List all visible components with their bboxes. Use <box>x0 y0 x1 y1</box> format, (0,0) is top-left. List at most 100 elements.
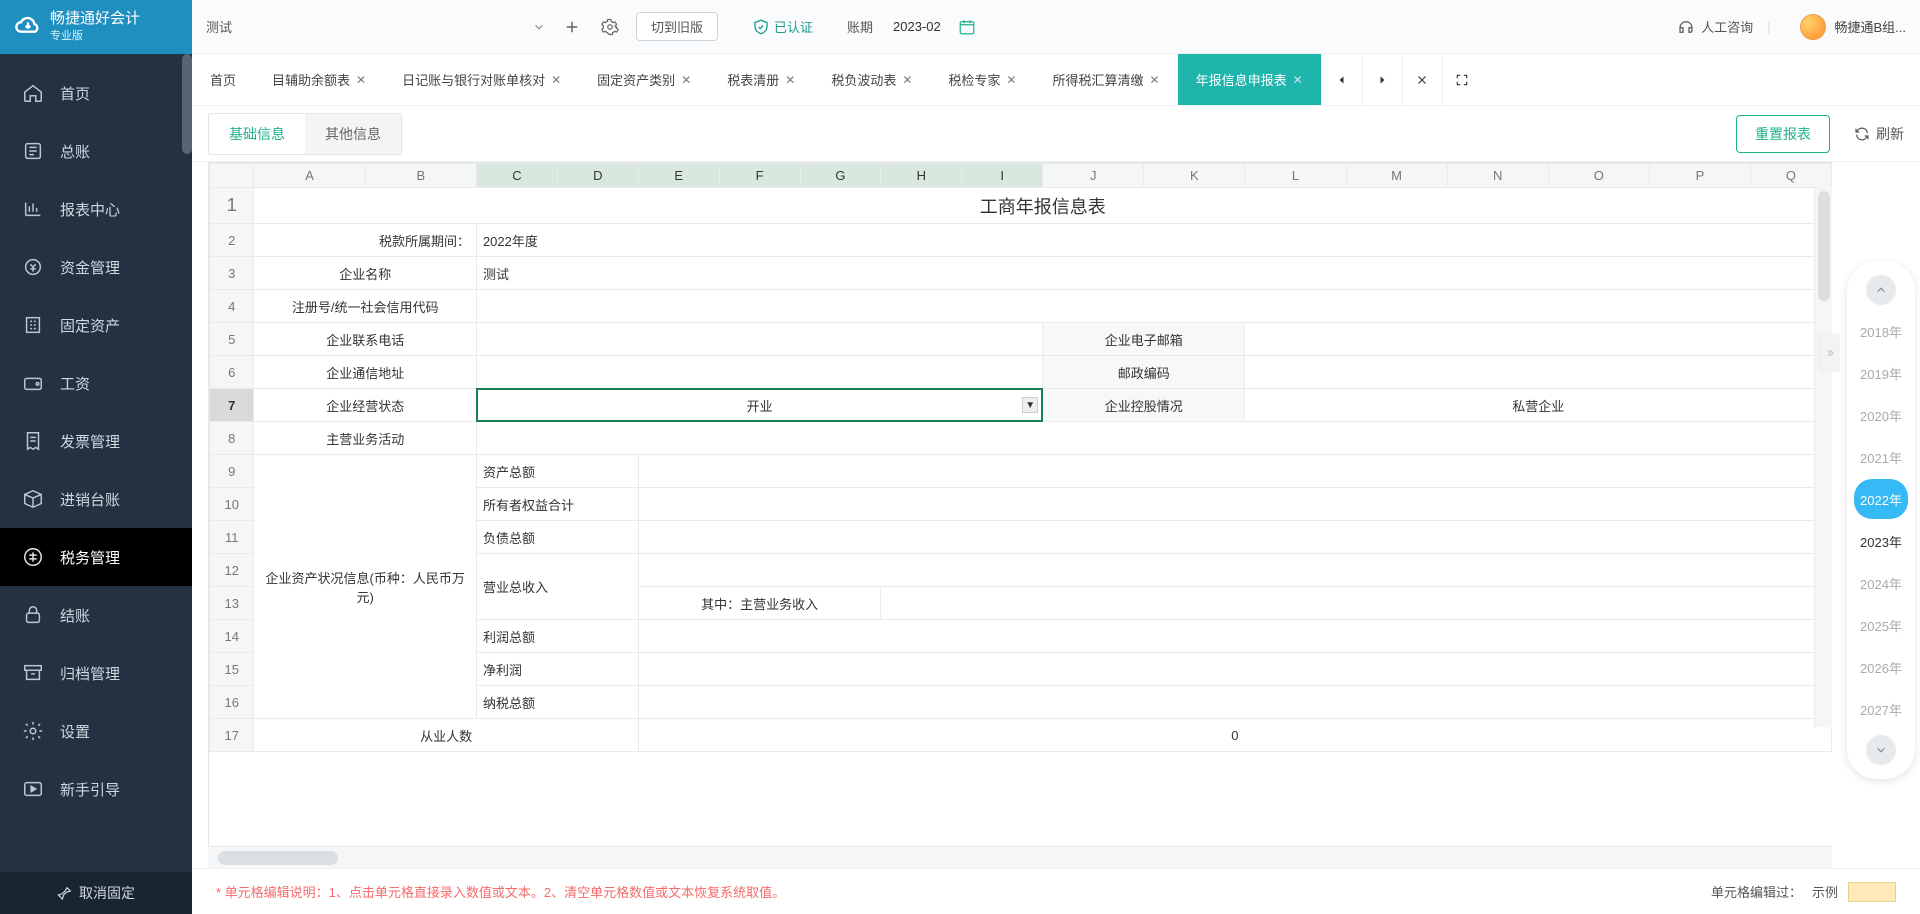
nav-home[interactable]: 首页 <box>0 64 192 122</box>
cell-value[interactable] <box>638 620 1831 653</box>
row-header[interactable]: 12 <box>210 554 254 587</box>
row-header[interactable]: 16 <box>210 686 254 719</box>
cell-value[interactable] <box>638 554 1831 587</box>
year-item[interactable]: 2026年 <box>1854 647 1908 687</box>
col-header[interactable]: G <box>800 164 881 188</box>
nav-funds[interactable]: 资金管理 <box>0 238 192 296</box>
tab-tax-book[interactable]: 税表清册✕ <box>709 54 813 105</box>
row-header[interactable]: 11 <box>210 521 254 554</box>
tab-fa-category[interactable]: 固定资产类别✕ <box>579 54 709 105</box>
business-status-dropdown[interactable]: 开业▼ <box>476 389 1042 422</box>
dropdown-arrow-icon[interactable]: ▼ <box>1022 397 1038 413</box>
nav-salary[interactable]: 工资 <box>0 354 192 412</box>
cell-value[interactable] <box>638 521 1831 554</box>
nav-fixed-assets[interactable]: 固定资产 <box>0 296 192 354</box>
cell-value[interactable] <box>1245 356 1832 389</box>
cell-value[interactable] <box>638 686 1831 719</box>
year-item[interactable]: 2021年 <box>1854 437 1908 477</box>
close-icon[interactable]: ✕ <box>1150 73 1160 87</box>
row-header[interactable]: 13 <box>210 587 254 620</box>
close-icon[interactable]: ✕ <box>681 73 691 87</box>
col-header[interactable]: K <box>1144 164 1245 188</box>
year-item[interactable]: 2025年 <box>1854 605 1908 645</box>
col-header[interactable]: Q <box>1750 164 1831 188</box>
tab-tax-fluct[interactable]: 税负波动表✕ <box>813 54 930 105</box>
cell-value[interactable] <box>476 323 1042 356</box>
tab-tax-expert[interactable]: 税检专家✕ <box>930 54 1034 105</box>
close-icon[interactable]: ✕ <box>551 73 561 87</box>
col-header[interactable]: N <box>1447 164 1548 188</box>
row-header[interactable]: 8 <box>210 422 254 455</box>
cell-value[interactable] <box>638 488 1831 521</box>
cell-value[interactable] <box>638 653 1831 686</box>
settings-button[interactable] <box>598 15 622 39</box>
year-item[interactable]: 2023年 <box>1854 521 1908 561</box>
row-header[interactable]: 15 <box>210 653 254 686</box>
user-menu[interactable]: 畅捷通B组... <box>1800 14 1906 40</box>
col-header[interactable]: L <box>1245 164 1346 188</box>
year-down-button[interactable] <box>1866 735 1896 765</box>
mini-tab-other[interactable]: 其他信息 <box>305 114 401 154</box>
scrollbar-thumb[interactable] <box>218 851 338 865</box>
tabs-fullscreen-button[interactable] <box>1442 54 1482 105</box>
calendar-button[interactable] <box>955 15 979 39</box>
nav-guide[interactable]: 新手引导 <box>0 760 192 818</box>
col-header[interactable]: H <box>881 164 962 188</box>
tabs-prev-button[interactable] <box>1322 54 1362 105</box>
row-header[interactable]: 9 <box>210 455 254 488</box>
vertical-scrollbar[interactable] <box>1814 187 1832 727</box>
add-button[interactable] <box>560 15 584 39</box>
year-item[interactable]: 2018年 <box>1854 311 1908 351</box>
select-all-cell[interactable] <box>210 164 254 188</box>
row-header[interactable]: 4 <box>210 290 254 323</box>
close-icon[interactable]: ✕ <box>1293 73 1303 87</box>
unpin-button[interactable]: 取消固定 <box>0 872 192 914</box>
cell-value[interactable]: 私营企业 <box>1245 389 1832 422</box>
cell-value[interactable] <box>476 356 1042 389</box>
close-icon[interactable]: ✕ <box>356 73 366 87</box>
cell-value[interactable] <box>476 290 1831 323</box>
tab-aux-balance[interactable]: 目辅助余额表✕ <box>254 54 384 105</box>
nav-closing[interactable]: 结账 <box>0 586 192 644</box>
close-icon[interactable]: ✕ <box>785 73 795 87</box>
year-item[interactable]: 2027年 <box>1854 689 1908 729</box>
nav-invoice[interactable]: 发票管理 <box>0 412 192 470</box>
consult-button[interactable]: 人工咨询 <box>1677 17 1753 36</box>
nav-settings[interactable]: 设置 <box>0 702 192 760</box>
col-header[interactable]: E <box>638 164 719 188</box>
tabs-close-all-button[interactable] <box>1402 54 1442 105</box>
rail-collapse-button[interactable] <box>1820 334 1840 372</box>
nav-inventory[interactable]: 进销台账 <box>0 470 192 528</box>
nav-archive[interactable]: 归档管理 <box>0 644 192 702</box>
old-version-button[interactable]: 切到旧版 <box>636 12 718 41</box>
tab-journal-bank[interactable]: 日记账与银行对账单核对✕ <box>384 54 579 105</box>
spreadsheet[interactable]: A B C D E F G H I J K L <box>208 162 1832 846</box>
col-header[interactable]: D <box>557 164 638 188</box>
cell-value[interactable] <box>476 422 1831 455</box>
year-up-button[interactable] <box>1866 275 1896 305</box>
cell-value[interactable] <box>881 587 1832 620</box>
row-header[interactable]: 1 <box>210 188 254 224</box>
tabs-next-button[interactable] <box>1362 54 1402 105</box>
mini-tab-basic[interactable]: 基础信息 <box>209 114 305 154</box>
year-item-active[interactable]: 2022年 <box>1854 479 1908 519</box>
nav-reports[interactable]: 报表中心 <box>0 180 192 238</box>
close-icon[interactable]: ✕ <box>902 73 912 87</box>
tab-annual-report[interactable]: 年报信息申报表✕ <box>1178 54 1321 105</box>
row-header[interactable]: 7 <box>210 389 254 422</box>
row-header[interactable]: 3 <box>210 257 254 290</box>
account-selector[interactable]: 测试 <box>206 13 546 40</box>
tab-home[interactable]: 首页 <box>192 54 254 105</box>
cell-value[interactable] <box>1245 323 1832 356</box>
year-item[interactable]: 2024年 <box>1854 563 1908 603</box>
nav-ledger[interactable]: 总账 <box>0 122 192 180</box>
cell-value[interactable] <box>638 455 1831 488</box>
brand-logo[interactable]: 畅捷通好会计 专业版 <box>0 0 192 54</box>
col-header[interactable]: F <box>719 164 800 188</box>
col-header[interactable]: M <box>1346 164 1447 188</box>
col-header[interactable]: O <box>1548 164 1649 188</box>
col-header[interactable]: I <box>962 164 1043 188</box>
cell-value[interactable]: 测试 <box>476 257 1831 290</box>
col-header[interactable]: C <box>476 164 557 188</box>
sidebar-scrollbar[interactable] <box>182 54 192 154</box>
